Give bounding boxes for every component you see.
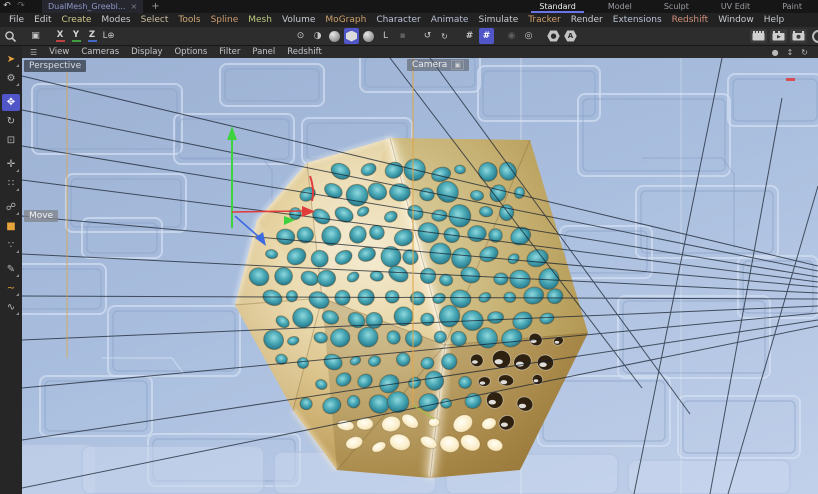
- viewport-view-label[interactable]: Perspective: [24, 60, 87, 72]
- icon-toolbar: ▣ X Y Z L ⊕ ⊙ ◑ L ▪ ↺ ↻ # # ◉ ◎ ● A: [0, 27, 818, 46]
- magnet-tool[interactable]: ☍: [2, 199, 20, 216]
- primitive-cube-button[interactable]: [344, 28, 359, 44]
- vp-dot-icon[interactable]: ●: [768, 48, 783, 57]
- undo-icon[interactable]: ↶: [0, 0, 14, 13]
- render-region-icon[interactable]: ⊙: [293, 28, 308, 44]
- coord-system-icon[interactable]: ↺: [420, 28, 435, 44]
- viewport-menubar: ☰ View Cameras Display Options Filter Pa…: [22, 46, 818, 58]
- menu-character[interactable]: Character: [371, 15, 425, 25]
- vp-menu-display[interactable]: Display: [125, 47, 168, 57]
- menu-animate[interactable]: Animate: [426, 15, 474, 25]
- snap-dots-tool[interactable]: ∵: [2, 237, 20, 254]
- tweak-tool[interactable]: ⚙: [2, 70, 20, 87]
- menu-tools[interactable]: Tools: [173, 15, 205, 25]
- move-tool[interactable]: ✥: [2, 94, 20, 111]
- menu-simulate[interactable]: Simulate: [473, 15, 523, 25]
- close-icon[interactable]: ×: [131, 2, 138, 11]
- hexagon-dot-icon[interactable]: ●: [546, 28, 561, 44]
- target-icon[interactable]: ◎: [521, 28, 536, 44]
- render-view-button[interactable]: [749, 29, 767, 43]
- hexagon-a-icon[interactable]: A: [563, 28, 578, 44]
- shading-sphere-icon[interactable]: [327, 28, 342, 44]
- layout-tab-standard[interactable]: Standard: [523, 0, 591, 13]
- scale-tool[interactable]: ⊡: [2, 132, 20, 149]
- vp-menu-panel[interactable]: Panel: [246, 47, 281, 57]
- sphere-object-icon[interactable]: [361, 28, 376, 44]
- render-picture-viewer-button[interactable]: [769, 29, 787, 43]
- menu-create[interactable]: Create: [57, 15, 97, 25]
- document-tab[interactable]: DualMesh_Greebl... ×: [42, 0, 144, 13]
- menu-extensions[interactable]: Extensions: [608, 15, 667, 25]
- cinema4d-window: ↶ ↷ DualMesh_Greebl... × + Standard Mode…: [0, 0, 818, 494]
- menu-volume[interactable]: Volume: [277, 15, 320, 25]
- disabled-circle-icon: ◉: [507, 31, 516, 41]
- layout-tabs: Standard Model Sculpt UV Edit Paint: [523, 0, 818, 13]
- rotate-tool[interactable]: ↻: [2, 113, 20, 130]
- active-tool-hint: Move: [24, 210, 59, 222]
- quantize-snap-icon[interactable]: #: [479, 28, 494, 44]
- axis-x-button[interactable]: X: [53, 30, 67, 42]
- render-settings-button[interactable]: [789, 29, 807, 43]
- vp-sync-icon[interactable]: ↻: [797, 48, 812, 57]
- vp-menu-options[interactable]: Options: [168, 47, 213, 57]
- layout-tab-uvedit[interactable]: UV Edit: [705, 0, 766, 13]
- menu-file[interactable]: File: [4, 15, 29, 25]
- new-tab-button[interactable]: +: [151, 1, 159, 12]
- coord-system-small-icon[interactable]: ↻: [437, 28, 452, 44]
- document-tab-label: DualMesh_Greebl...: [48, 2, 126, 11]
- menu-window[interactable]: Window: [713, 15, 759, 25]
- grid-snap-icon[interactable]: #: [462, 28, 477, 44]
- transform-tool[interactable]: ✛: [2, 156, 20, 173]
- camera-icon: ▣: [451, 60, 464, 70]
- axis-z-button[interactable]: Z: [85, 30, 99, 42]
- menu-edit[interactable]: Edit: [29, 15, 56, 25]
- vp-menu-redshift[interactable]: Redshift: [281, 47, 328, 57]
- menu-mesh[interactable]: Mesh: [243, 15, 277, 25]
- menu-render[interactable]: Render: [566, 15, 608, 25]
- workplane-icon[interactable]: ▣: [28, 28, 43, 44]
- menu-tracker[interactable]: Tracker: [523, 15, 565, 25]
- spline-smooth-tool[interactable]: ~: [2, 280, 20, 297]
- vp-updown-icon[interactable]: ↕: [783, 48, 798, 57]
- snap-points-tool[interactable]: ∷: [2, 175, 20, 192]
- hamburger-icon[interactable]: ☰: [22, 48, 43, 57]
- vp-menu-view[interactable]: View: [43, 47, 75, 57]
- model-mode-tool[interactable]: ■: [2, 218, 20, 235]
- vp-menu-filter[interactable]: Filter: [213, 47, 246, 57]
- vp-menu-cameras[interactable]: Cameras: [75, 47, 125, 57]
- layout-tab-model[interactable]: Model: [592, 0, 648, 13]
- pen-tool[interactable]: ✎: [2, 261, 20, 278]
- layout-tab-sculpt[interactable]: Sculpt: [648, 0, 705, 13]
- live-selection-tool[interactable]: ➤: [2, 51, 20, 68]
- inactive-square-icon: ▪: [399, 31, 406, 41]
- menu-mograph[interactable]: MoGraph: [320, 15, 371, 25]
- menu-help[interactable]: Help: [759, 15, 790, 25]
- tab-bar: ↶ ↷ DualMesh_Greebl... × + Standard Mode…: [0, 0, 818, 13]
- world-coords-icon[interactable]: L ⊕: [101, 28, 116, 44]
- viewport-canvas[interactable]: Perspective Camera ▣ Move: [22, 58, 818, 494]
- viewport-render: [22, 58, 818, 494]
- axis-modify-icon[interactable]: L: [378, 28, 393, 44]
- axis-y-button[interactable]: Y: [69, 30, 83, 42]
- material-ball-icon[interactable]: ◑: [310, 28, 325, 44]
- layout-tab-paint[interactable]: Paint: [766, 0, 818, 13]
- left-tool-rail: ➤ ⚙ ✥ ↻ ⊡ ✛ ∷ ☍ ■ ∵ ✎ ~ ∿: [0, 46, 22, 494]
- menu-modes[interactable]: Modes: [96, 15, 135, 25]
- menu-select[interactable]: Select: [136, 15, 174, 25]
- search-icon[interactable]: [3, 28, 18, 44]
- menu-spline[interactable]: Spline: [206, 15, 244, 25]
- redshift-logo-icon: [812, 29, 818, 43]
- menu-redshift[interactable]: Redshift: [667, 15, 714, 25]
- sketch-tool[interactable]: ∿: [2, 299, 20, 316]
- menu-bar: File Edit Create Modes Select Tools Spli…: [0, 13, 818, 27]
- viewport-camera-label[interactable]: Camera ▣: [407, 59, 469, 71]
- redo-icon[interactable]: ↷: [14, 0, 28, 13]
